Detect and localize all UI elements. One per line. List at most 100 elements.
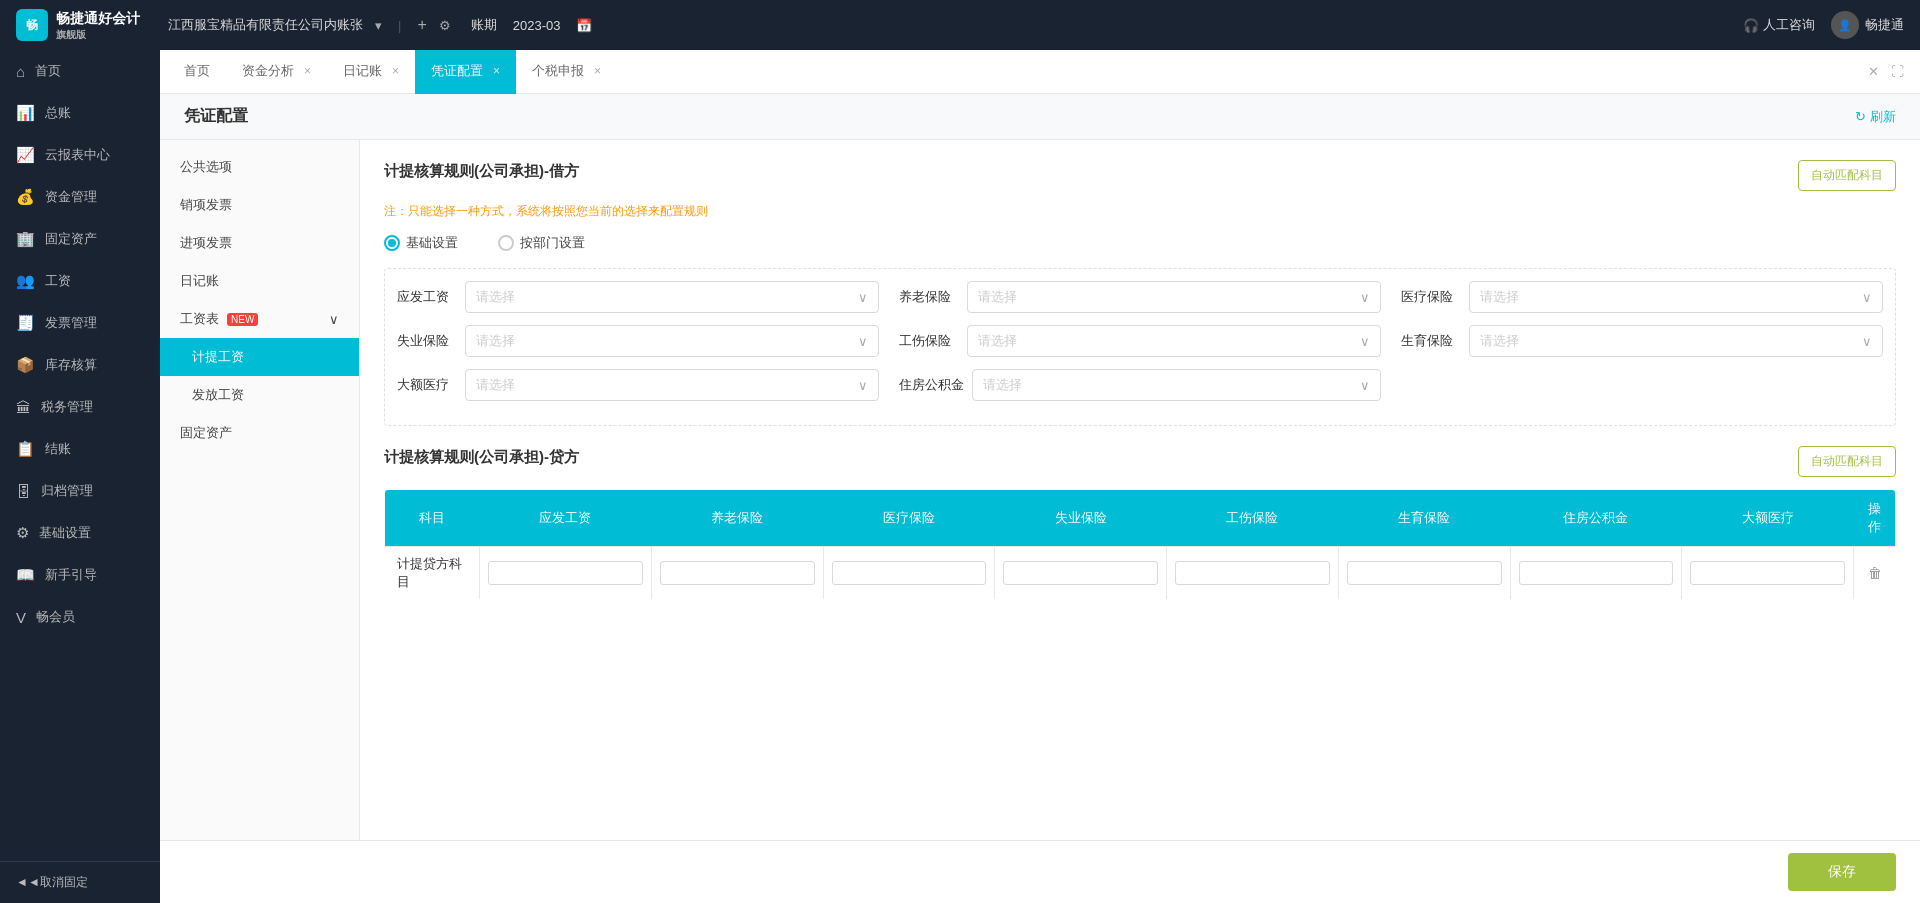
input-medical[interactable] <box>832 561 987 585</box>
close-tab-icon[interactable]: ✕ <box>1868 64 1879 79</box>
chevron-down-icon: ∨ <box>1360 290 1370 305</box>
tab-voucher-config[interactable]: 凭证配置 × <box>415 50 516 94</box>
cell-unemployment-val <box>995 547 1167 600</box>
sidebar-label: 结账 <box>45 440 71 458</box>
close-tab-journal[interactable]: × <box>392 64 399 78</box>
sidebar-item-closing[interactable]: 📋 结账 <box>0 428 160 470</box>
cell-pension-val <box>651 547 823 600</box>
debit-note: 注：只能选择一种方式，系统将按照您当前的选择来配置规则 <box>384 203 1896 220</box>
tabs-actions: ✕ ⛶ <box>1860 64 1912 79</box>
settings-icon[interactable]: ⚙ <box>439 18 451 33</box>
radio-department-label: 按部门设置 <box>520 234 585 252</box>
credit-section-header: 计提核算规则(公司承担)-贷方 自动匹配科目 <box>384 446 1896 477</box>
field-shengyu: 生育保险 请选择 ∨ <box>1401 325 1883 357</box>
nav-item-pay-salary[interactable]: 发放工资 <box>160 376 359 414</box>
sidebar-item-funds[interactable]: 💰 资金管理 <box>0 176 160 218</box>
sidebar-label: 工资 <box>45 272 71 290</box>
sidebar-item-invoice[interactable]: 🧾 发票管理 <box>0 302 160 344</box>
radio-department[interactable]: 按部门设置 <box>498 234 585 252</box>
field-select-injury[interactable]: 请选择 ∨ <box>967 325 1381 357</box>
field-select-salary[interactable]: 请选择 ∨ <box>465 281 879 313</box>
input-housing[interactable] <box>1519 561 1674 585</box>
calendar-icon[interactable]: 📅 <box>576 18 592 33</box>
sidebar-item-reports[interactable]: 📈 云报表中心 <box>0 134 160 176</box>
field-select-housing-fund[interactable]: 请选择 ∨ <box>972 369 1381 401</box>
cell-subject-name: 计提贷方科目 <box>385 547 480 600</box>
nav-item-accrue-salary[interactable]: 计提工资 <box>160 338 359 376</box>
company-name: 江西服宝精品有限责任公司内账张 <box>168 16 363 34</box>
nav-item-fixed-assets[interactable]: 固定资产 <box>160 414 359 452</box>
cell-salary-val <box>480 547 652 600</box>
period-value: 2023-03 <box>513 18 561 33</box>
chevron-down-icon: ∨ <box>329 312 339 327</box>
field-select-unemployment[interactable]: 请选择 ∨ <box>465 325 879 357</box>
input-salary[interactable] <box>488 561 643 585</box>
nav-item-purchase-invoice[interactable]: 进项发票 <box>160 224 359 262</box>
tabs-bar: 首页 资金分析 × 日记账 × 凭证配置 × 个税申报 × ✕ ⛶ <box>160 50 1920 94</box>
field-select-large-medical[interactable]: 请选择 ∨ <box>465 369 879 401</box>
sidebar-item-assets[interactable]: 🏢 固定资产 <box>0 218 160 260</box>
save-btn[interactable]: 保存 <box>1788 853 1896 891</box>
cell-housing-val <box>1510 547 1682 600</box>
logo-area: 畅 畅捷通好会计 旗舰版 <box>16 9 156 42</box>
tab-home[interactable]: 首页 <box>168 50 226 94</box>
logo-icon: 畅 <box>16 9 48 41</box>
credit-section: 计提核算规则(公司承担)-贷方 自动匹配科目 科目 应发工资 养老保险 医疗保险… <box>384 446 1896 600</box>
nav-item-journal[interactable]: 日记账 <box>160 262 359 300</box>
close-tab-fund[interactable]: × <box>304 64 311 78</box>
radio-department-circle <box>498 235 514 251</box>
sidebar-item-salary[interactable]: 👥 工资 <box>0 260 160 302</box>
auto-match-debit-btn[interactable]: 自动匹配科目 <box>1798 160 1896 191</box>
auto-match-credit-btn[interactable]: 自动匹配科目 <box>1798 446 1896 477</box>
funds-icon: 💰 <box>16 188 35 206</box>
cell-medical-val <box>823 547 995 600</box>
content-area: 首页 资金分析 × 日记账 × 凭证配置 × 个税申报 × ✕ ⛶ <box>160 50 1920 903</box>
field-yingfagongzi: 应发工资 请选择 ∨ <box>397 281 879 313</box>
tab-fund-analysis[interactable]: 资金分析 × <box>226 50 327 94</box>
close-tab-voucher[interactable]: × <box>493 64 500 78</box>
sidebar-item-archive[interactable]: 🗄 归档管理 <box>0 470 160 512</box>
cell-injury-val <box>1167 547 1339 600</box>
refresh-btn[interactable]: ↻ 刷新 <box>1855 108 1896 126</box>
sidebar-label: 发票管理 <box>45 314 97 332</box>
nav-item-sales-invoice[interactable]: 销项发票 <box>160 186 359 224</box>
radio-basic[interactable]: 基础设置 <box>384 234 458 252</box>
company-dropdown[interactable]: ▾ <box>375 18 382 33</box>
add-account-btn[interactable]: + <box>417 16 426 34</box>
sidebar-item-guide[interactable]: 📖 新手引导 <box>0 554 160 596</box>
delete-row-btn[interactable]: 🗑 <box>1868 565 1882 581</box>
sidebar-item-tax[interactable]: 🏛 税务管理 <box>0 386 160 428</box>
main-content: 公共选项 销项发票 进项发票 日记账 工资表 NEW ∨ <box>160 140 1920 840</box>
service-btn[interactable]: 🎧 人工咨询 <box>1743 16 1815 34</box>
input-large-medical[interactable] <box>1690 561 1845 585</box>
th-salary: 应发工资 <box>480 490 652 547</box>
input-unemployment[interactable] <box>1003 561 1158 585</box>
sidebar-label: 归档管理 <box>41 482 93 500</box>
field-select-medical[interactable]: 请选择 ∨ <box>1469 281 1883 313</box>
tab-journal[interactable]: 日记账 × <box>327 50 415 94</box>
sidebar-item-vip[interactable]: V 畅会员 <box>0 596 160 638</box>
input-maternity[interactable] <box>1347 561 1502 585</box>
sidebar-item-settings[interactable]: ⚙ 基础设置 <box>0 512 160 554</box>
input-pension[interactable] <box>660 561 815 585</box>
sidebar-label: 资金管理 <box>45 188 97 206</box>
sidebar-item-home[interactable]: ⌂ 首页 <box>0 50 160 92</box>
debit-row-3: 大额医疗 请选择 ∨ 住房公积金 请选择 ∨ <box>397 369 1883 401</box>
expand-tab-icon[interactable]: ⛶ <box>1891 64 1904 79</box>
user-menu[interactable]: 👤 畅捷通 <box>1831 11 1904 39</box>
sidebar-pin-toggle[interactable]: ◄◄取消固定 <box>0 861 160 903</box>
nav-item-payroll-table[interactable]: 工资表 NEW ∨ <box>160 300 359 338</box>
invoice-icon: 🧾 <box>16 314 35 332</box>
sidebar-item-inventory[interactable]: 📦 库存核算 <box>0 344 160 386</box>
nav-item-public[interactable]: 公共选项 <box>160 148 359 186</box>
gear-icon: ⚙ <box>16 524 29 542</box>
tab-tax[interactable]: 个税申报 × <box>516 50 617 94</box>
salary-icon: 👥 <box>16 272 35 290</box>
close-tab-tax[interactable]: × <box>594 64 601 78</box>
field-label-housing-fund: 住房公积金 <box>899 376 964 394</box>
sidebar-item-ledger[interactable]: 📊 总账 <box>0 92 160 134</box>
field-select-maternity[interactable]: 请选择 ∨ <box>1469 325 1883 357</box>
field-select-pension[interactable]: 请选择 ∨ <box>967 281 1381 313</box>
input-injury[interactable] <box>1175 561 1330 585</box>
field-label-salary: 应发工资 <box>397 288 457 306</box>
